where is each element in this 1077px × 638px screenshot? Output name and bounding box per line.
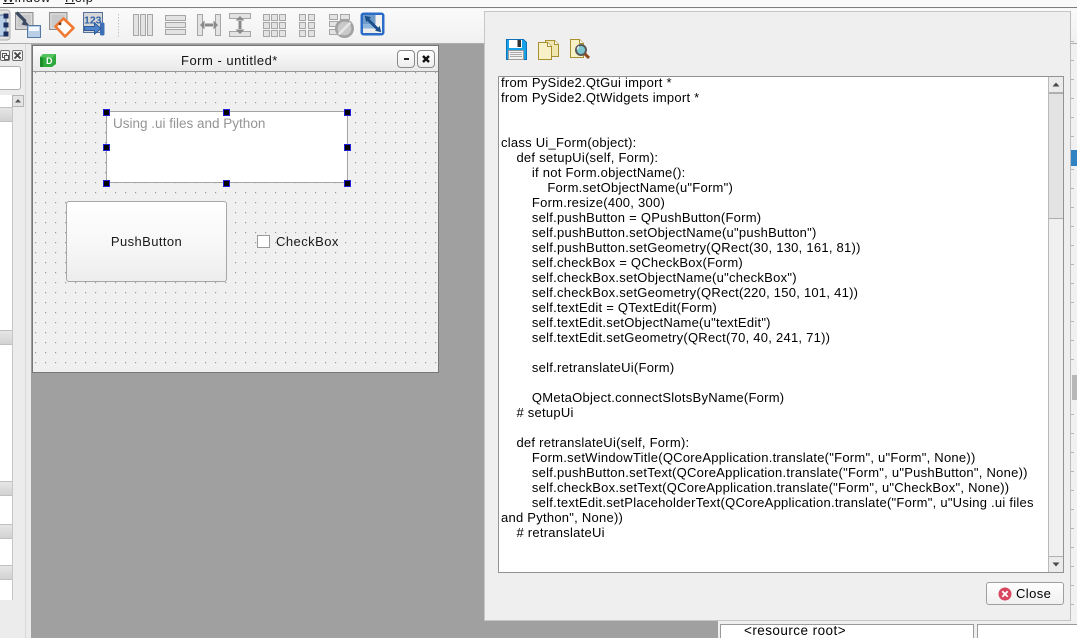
svg-text:123: 123 — [84, 15, 102, 27]
svg-text:D: D — [46, 56, 53, 66]
